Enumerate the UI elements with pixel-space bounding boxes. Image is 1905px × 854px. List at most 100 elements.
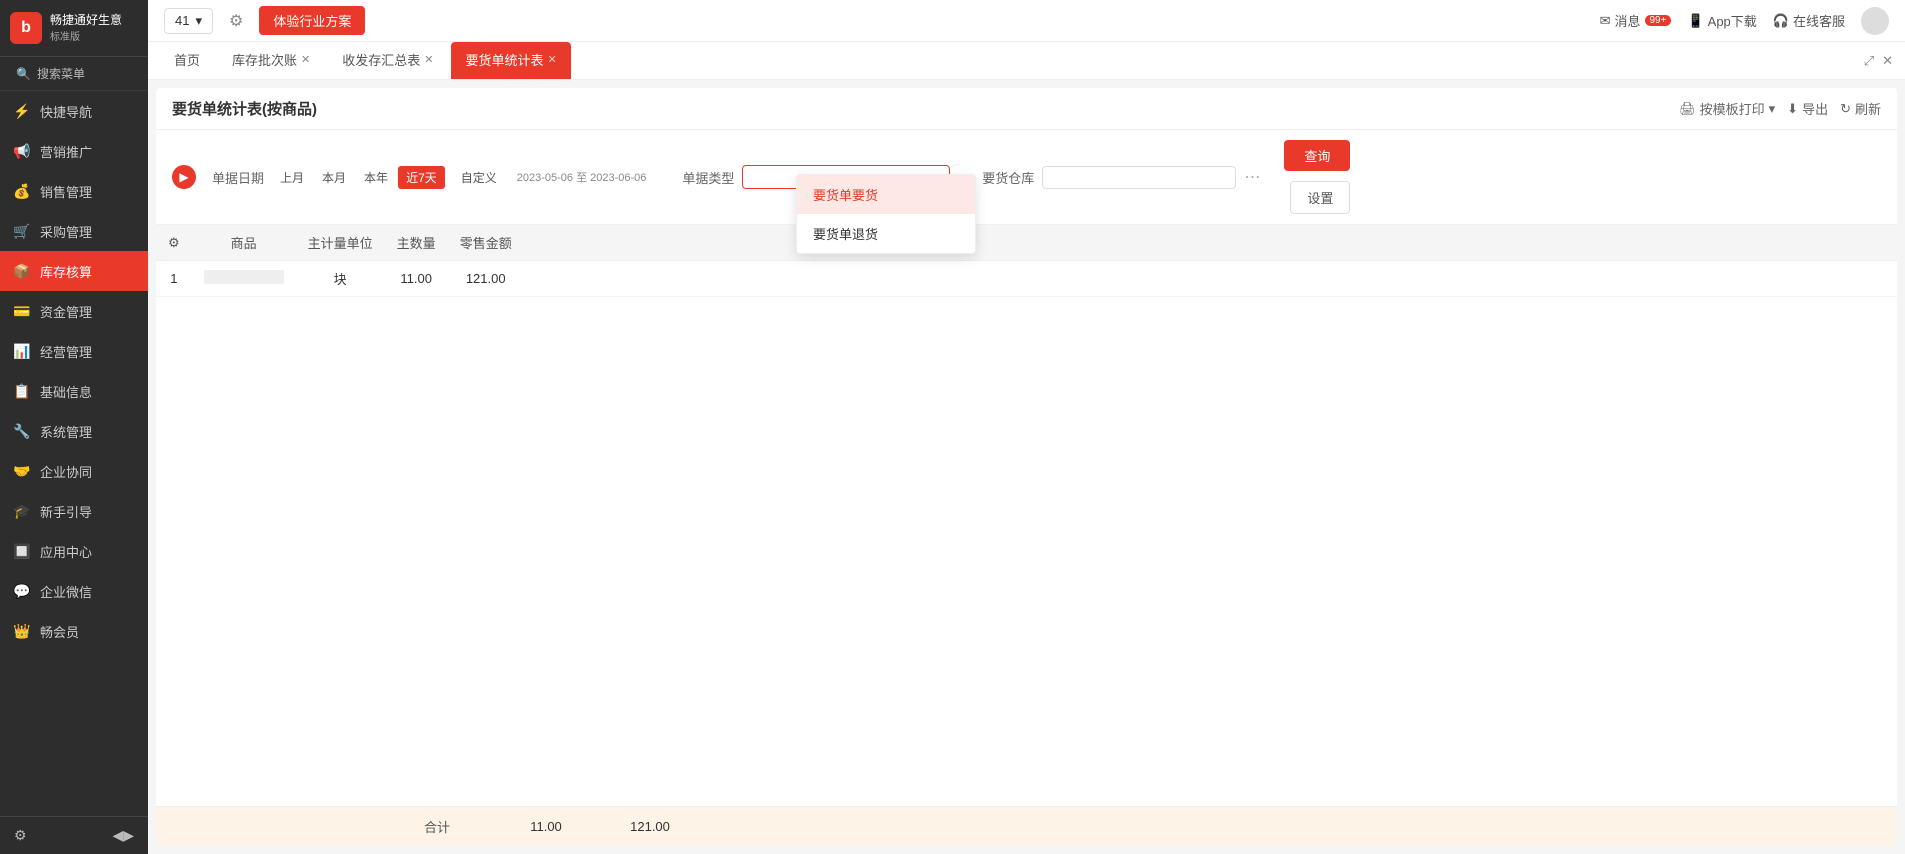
table-footer: 合计 11.00 121.00 bbox=[156, 806, 1897, 846]
print-button[interactable]: 🖨 按模板打印 ▾ bbox=[1679, 99, 1775, 118]
sidebar-item-label: 经营管理 bbox=[40, 342, 92, 361]
inventory-icon: 📦 bbox=[12, 261, 32, 281]
col-extra bbox=[524, 225, 1897, 261]
type-label: 单据类型 bbox=[682, 168, 734, 187]
sidebar-item-sales[interactable]: 💰 销售管理 bbox=[0, 171, 148, 211]
system-icon: 🔧 bbox=[12, 421, 32, 441]
sidebar-item-label: 企业微信 bbox=[40, 582, 92, 601]
cell-extra bbox=[524, 261, 1897, 297]
date-custom-option[interactable]: 自定义 bbox=[453, 166, 505, 189]
tab-close-all-icon[interactable]: ✕ bbox=[1882, 53, 1893, 69]
tabs-bar: 首页 库存批次账 ✕ 收发存汇总表 ✕ 要货单统计表 ✕ ⤢ ✕ bbox=[148, 42, 1905, 80]
sidebar-item-label: 营销推广 bbox=[40, 142, 92, 161]
tab-maximize-icon[interactable]: ⤢ bbox=[1864, 53, 1874, 69]
tab-close-icon[interactable]: ✕ bbox=[424, 53, 433, 66]
header-settings-icon[interactable]: ⚙ bbox=[229, 11, 243, 31]
page-title: 要货单统计表(按商品) bbox=[172, 98, 317, 119]
sidebar-item-app-center[interactable]: 🔲 应用中心 bbox=[0, 531, 148, 571]
sidebar-footer: ⚙ ◀▶ bbox=[0, 816, 148, 854]
date-opt-this-year[interactable]: 本年 bbox=[356, 166, 396, 189]
warehouse-more-icon[interactable]: ⋯ bbox=[1244, 167, 1260, 187]
headset-icon: 🎧 bbox=[1773, 13, 1789, 29]
date-range-display: 2023-05-06 至 2023-06-06 bbox=[517, 169, 647, 185]
logo-icon: b bbox=[10, 12, 42, 44]
tab-label: 要货单统计表 bbox=[465, 50, 543, 69]
store-count: 41 bbox=[175, 13, 189, 28]
date-label: 单据日期 bbox=[212, 168, 264, 187]
table-row: 1 块 11.00 121.00 bbox=[156, 261, 1897, 297]
header-left: 41 ▾ ⚙ 体验行业方案 bbox=[164, 6, 365, 35]
query-button[interactable]: 查询 bbox=[1284, 140, 1350, 171]
sidebar-item-marketing[interactable]: 📢 营销推广 bbox=[0, 131, 148, 171]
tab-receive-summary[interactable]: 收发存汇总表 ✕ bbox=[328, 42, 447, 79]
cell-no: 1 bbox=[156, 261, 192, 297]
cell-product bbox=[192, 261, 296, 297]
sidebar-item-label: 资金管理 bbox=[40, 302, 92, 321]
filter-buttons: 查询 设置 bbox=[1284, 140, 1350, 214]
tab-close-icon[interactable]: ✕ bbox=[548, 53, 557, 66]
online-support-item[interactable]: 🎧 在线客服 bbox=[1773, 11, 1845, 30]
refresh-button[interactable]: ↻ 刷新 bbox=[1840, 99, 1881, 118]
settings-icon[interactable]: ⚙ bbox=[14, 827, 27, 844]
col-qty: 主数量 bbox=[385, 225, 448, 261]
messages-item[interactable]: ✉ 消息 99+ bbox=[1600, 11, 1672, 30]
cell-amount: 121.00 bbox=[448, 261, 524, 297]
sidebar-item-label: 畅会员 bbox=[40, 622, 79, 641]
date-opt-7days[interactable]: 近7天 bbox=[398, 166, 445, 189]
tab-close-icon[interactable]: ✕ bbox=[301, 53, 310, 66]
type-dropdown: 要货单要货 要货单退货 bbox=[796, 174, 976, 254]
member-icon: 👑 bbox=[12, 621, 32, 641]
tab-inventory-batch[interactable]: 库存批次账 ✕ bbox=[218, 42, 324, 79]
sidebar-item-member[interactable]: 👑 畅会员 bbox=[0, 611, 148, 651]
main-area: 41 ▾ ⚙ 体验行业方案 ✉ 消息 99+ 📱 App下载 🎧 在线客服 bbox=[148, 0, 1905, 854]
tab-requisition-stats[interactable]: 要货单统计表 ✕ bbox=[451, 42, 570, 79]
sales-icon: 💰 bbox=[12, 181, 32, 201]
sidebar-item-label: 库存核算 bbox=[40, 262, 92, 281]
sidebar-item-operation[interactable]: 📊 经营管理 bbox=[0, 331, 148, 371]
tab-label: 首页 bbox=[174, 50, 200, 69]
sidebar-item-finance[interactable]: 💳 资金管理 bbox=[0, 291, 148, 331]
refresh-label: 刷新 bbox=[1855, 99, 1881, 118]
settings-button[interactable]: 设置 bbox=[1290, 181, 1350, 214]
export-label: 导出 bbox=[1802, 99, 1828, 118]
warehouse-filter-group: 要货仓库 ⋯ bbox=[982, 166, 1260, 189]
sidebar-item-system[interactable]: 🔧 系统管理 bbox=[0, 411, 148, 451]
footer-qty: 11.00 bbox=[506, 819, 586, 834]
sidebar-item-guide[interactable]: 🎓 新手引导 bbox=[0, 491, 148, 531]
cell-qty: 11.00 bbox=[385, 261, 448, 297]
tab-home[interactable]: 首页 bbox=[160, 42, 214, 79]
trial-button[interactable]: 体验行业方案 bbox=[259, 6, 365, 35]
app-download-item[interactable]: 📱 App下载 bbox=[1687, 11, 1756, 30]
sidebar-item-label: 应用中心 bbox=[40, 542, 92, 561]
top-header: 41 ▾ ⚙ 体验行业方案 ✉ 消息 99+ 📱 App下载 🎧 在线客服 bbox=[148, 0, 1905, 42]
dropdown-option-return[interactable]: 要货单退货 bbox=[797, 214, 975, 253]
col-unit: 主计量单位 bbox=[296, 225, 385, 261]
tab-label: 收发存汇总表 bbox=[342, 50, 420, 69]
sidebar-item-inventory[interactable]: 📦 库存核算 bbox=[0, 251, 148, 291]
tabs-controls: ⤢ ✕ bbox=[1864, 53, 1893, 69]
store-selector[interactable]: 41 ▾ bbox=[164, 8, 213, 34]
user-avatar[interactable] bbox=[1861, 7, 1889, 35]
product-placeholder bbox=[204, 270, 284, 284]
sidebar-logo: b 畅捷通好生意 标准版 bbox=[0, 0, 148, 57]
sidebar-item-basic-info[interactable]: 📋 基础信息 bbox=[0, 371, 148, 411]
warehouse-input[interactable] bbox=[1042, 166, 1236, 189]
sidebar-item-label: 销售管理 bbox=[40, 182, 92, 201]
brand-name: 畅捷通好生意 bbox=[50, 13, 122, 29]
export-button[interactable]: ⬇ 导出 bbox=[1787, 99, 1828, 118]
cell-unit: 块 bbox=[296, 261, 385, 297]
collapse-icon[interactable]: ◀▶ bbox=[112, 827, 134, 844]
dropdown-option-requisition[interactable]: 要货单要货 bbox=[797, 175, 975, 214]
sidebar-item-quick-nav[interactable]: ⚡ 快捷导航 bbox=[0, 91, 148, 131]
sidebar-item-purchase[interactable]: 🛒 采购管理 bbox=[0, 211, 148, 251]
filter-expand-button[interactable]: ▶ bbox=[172, 165, 196, 189]
sidebar-item-enterprise[interactable]: 🤝 企业协同 bbox=[0, 451, 148, 491]
col-settings[interactable]: ⚙ bbox=[156, 225, 192, 261]
col-product: 商品 bbox=[192, 225, 296, 261]
purchase-icon: 🛒 bbox=[12, 221, 32, 241]
sidebar-search[interactable]: 🔍 搜索菜单 bbox=[0, 57, 148, 91]
date-opt-this-month[interactable]: 本月 bbox=[314, 166, 354, 189]
date-opt-last-month[interactable]: 上月 bbox=[272, 166, 312, 189]
content-area: 要货单统计表(按商品) 🖨 按模板打印 ▾ ⬇ 导出 ↻ 刷新 ▶ bbox=[156, 88, 1897, 846]
sidebar-item-wechat-biz[interactable]: 💬 企业微信 bbox=[0, 571, 148, 611]
